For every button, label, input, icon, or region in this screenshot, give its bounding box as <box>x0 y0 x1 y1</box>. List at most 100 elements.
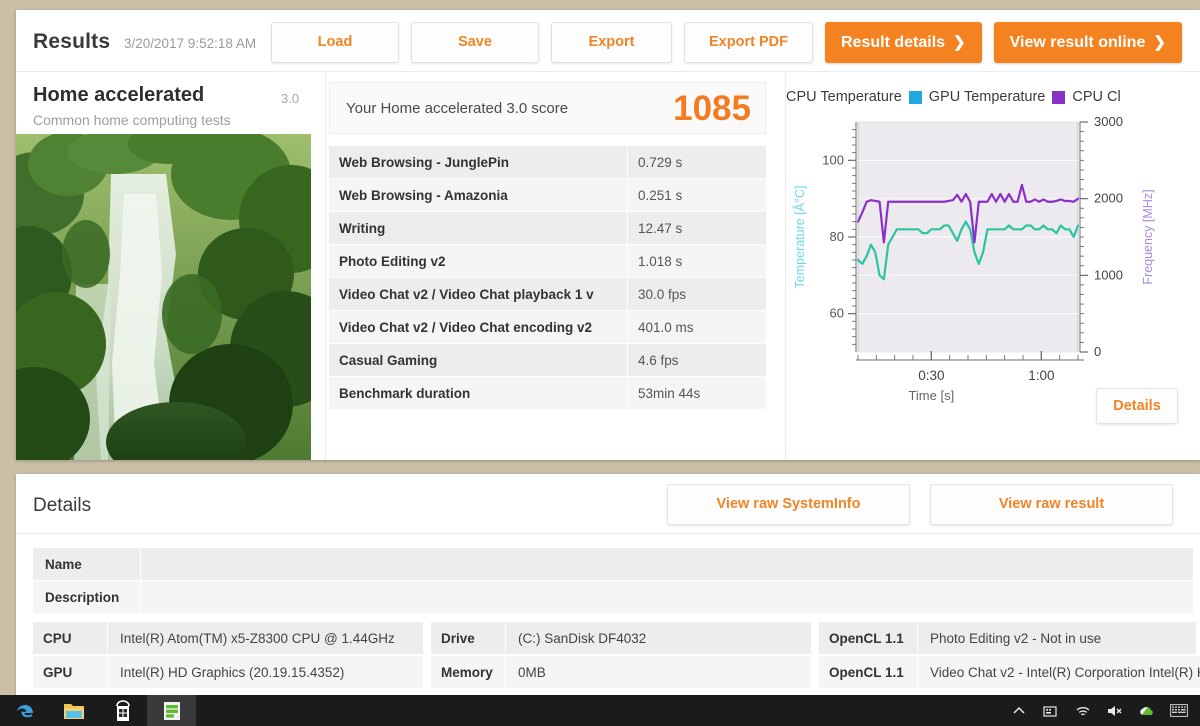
chevron-right-icon: ❯ <box>953 34 966 51</box>
spec-value: 0MB <box>506 656 811 688</box>
chart-details-button[interactable]: Details <box>1096 388 1178 424</box>
show-hidden-icons-icon[interactable] <box>1004 695 1034 726</box>
save-button[interactable]: Save <box>411 22 539 63</box>
spec-key: Drive <box>431 622 505 654</box>
benchmark-results-panel: Your Home accelerated 3.0 score 1085 Web… <box>325 72 785 460</box>
result-value: 0.729 s <box>628 146 766 178</box>
benchmark-subtitle: Common home computing tests <box>33 112 231 128</box>
y2-tick-label: 1000 <box>1094 267 1123 282</box>
legend-swatch <box>1052 90 1066 104</box>
results-body: Home accelerated 3.0 Common home computi… <box>16 72 1200 460</box>
x-axis-label: Time [s] <box>908 388 954 403</box>
chart-plot-area: 60 80 100 Temperature [Â°C] 0 1000 2000 3000 Fre… <box>786 114 1198 414</box>
benchmark-summary-panel: Home accelerated 3.0 Common home computi… <box>16 72 325 460</box>
legend-label: CPU Cl <box>1072 89 1121 105</box>
legend-label: GPU Temperature <box>928 89 1046 105</box>
detail-value[interactable] <box>141 548 1193 580</box>
benchmark-photo <box>16 134 311 460</box>
details-meta-table: Name Description <box>33 548 1193 614</box>
windows-taskbar <box>0 695 1200 726</box>
spec-key: OpenCL 1.1 <box>819 622 917 654</box>
pcmark-icon[interactable] <box>147 695 196 726</box>
spec-key: OpenCL 1.1 <box>819 656 917 688</box>
spec-cell: CPU Intel(R) Atom(TM) x5-Z8300 CPU @ 1.44… <box>33 622 423 654</box>
y2-tick-label: 3000 <box>1094 114 1123 129</box>
spec-value: Intel(R) Atom(TM) x5-Z8300 CPU @ 1.44GHz <box>108 622 423 654</box>
table-row: GPU Intel(R) HD Graphics (20.19.15.4352) M… <box>33 656 1200 688</box>
result-name: Benchmark duration <box>329 377 627 409</box>
table-row: CPU Intel(R) Atom(TM) x5-Z8300 CPU @ 1.44… <box>33 622 1196 654</box>
load-button[interactable]: Load <box>271 22 399 63</box>
spec-cell: OpenCL 1.1 Photo Editing v2 - Not in use <box>819 622 1196 654</box>
result-name: Web Browsing - JunglePin <box>329 146 627 178</box>
view-raw-result-button[interactable]: View raw result <box>930 484 1173 525</box>
taskbar-app-icons <box>0 695 196 726</box>
y-axis-label: Temperature [Â°C] <box>792 186 807 289</box>
edge-icon[interactable] <box>0 695 49 726</box>
y-tick-label: 80 <box>830 229 844 244</box>
x-tick-label: 1:00 <box>1028 368 1054 383</box>
chart-legend: CPU Temperature GPU Temperature CPU Cl <box>786 86 1200 108</box>
application-window: Results 3/20/2017 9:52:18 AM Load Save E… <box>0 0 1200 726</box>
page-title: Results <box>33 30 111 53</box>
benchmark-version: 3.0 <box>281 91 300 106</box>
details-title: Details <box>33 495 92 516</box>
spec-cell: OpenCL 1.1 Video Chat v2 - Intel(R) Corpo… <box>819 656 1200 688</box>
y2-tick-label: 0 <box>1094 344 1101 359</box>
result-value: 0.251 s <box>628 179 766 211</box>
table-row: Video Chat v2 / Video Chat playback 1 v3… <box>329 278 766 310</box>
result-value: 401.0 ms <box>628 311 766 343</box>
result-value: 1.018 s <box>628 245 766 277</box>
touch-keyboard-icon[interactable] <box>1036 695 1066 726</box>
result-value: 12.47 s <box>628 212 766 244</box>
spec-value: (C:) SanDisk DF4032 <box>506 622 811 654</box>
detail-value[interactable] <box>141 581 1193 613</box>
result-value: 30.0 fps <box>628 278 766 310</box>
table-row: Web Browsing - JunglePin 0.729 s <box>329 146 766 178</box>
monitoring-chart-panel: CPU Temperature GPU Temperature CPU Cl 60 8… <box>785 72 1200 460</box>
result-name: Web Browsing - Amazonia <box>329 179 627 211</box>
volume-muted-icon[interactable] <box>1100 695 1130 726</box>
result-name: Video Chat v2 / Video Chat playback 1 v <box>329 278 627 310</box>
result-value: 53min 44s <box>628 377 766 409</box>
export-button[interactable]: Export <box>551 22 672 63</box>
spec-key: CPU <box>33 622 107 654</box>
x-tick-label: 0:30 <box>918 368 944 383</box>
details-toolbar: View raw SystemInfo View raw result <box>667 484 1173 525</box>
keyboard-layout-icon[interactable] <box>1164 695 1194 726</box>
spec-value: Video Chat v2 - Intel(R) Corporation Int… <box>918 656 1200 688</box>
file-explorer-icon[interactable] <box>49 695 98 726</box>
table-row: Web Browsing - Amazonia 0.251 s <box>329 179 766 211</box>
y2-axis-label: Frequency [MHz] <box>1141 189 1155 284</box>
spec-cell: GPU Intel(R) HD Graphics (20.19.15.4352) <box>33 656 423 688</box>
results-header: Results 3/20/2017 9:52:18 AM Load Save E… <box>16 10 1200 72</box>
wifi-icon[interactable] <box>1068 695 1098 726</box>
result-name: Writing <box>329 212 627 244</box>
spec-value: Intel(R) HD Graphics (20.19.15.4352) <box>108 656 423 688</box>
result-name: Photo Editing v2 <box>329 245 627 277</box>
spec-cell: Drive (C:) SanDisk DF4032 <box>431 622 811 654</box>
benchmark-results-table: Web Browsing - JunglePin 0.729 s Web Brows… <box>329 146 766 410</box>
store-icon[interactable] <box>98 695 147 726</box>
spec-key: Memory <box>431 656 505 688</box>
results-toolbar: Load Save Export Export PDF Result detai… <box>271 22 1182 63</box>
view-raw-systeminfo-button[interactable]: View raw SystemInfo <box>667 484 910 525</box>
spec-cell: Memory 0MB <box>431 656 811 688</box>
legend-swatch <box>908 90 922 104</box>
view-result-online-button[interactable]: View result online ❯ <box>993 22 1182 63</box>
table-row: Casual Gaming 4.6 fps <box>329 344 766 376</box>
score-box: Your Home accelerated 3.0 score 1085 <box>329 82 766 134</box>
table-row: Name <box>33 548 1193 580</box>
system-tray <box>1004 695 1200 726</box>
score-label: Your Home accelerated 3.0 score <box>346 99 569 117</box>
legend-label: CPU Temperature <box>786 89 902 105</box>
table-row: Writing 12.47 s <box>329 212 766 244</box>
y-tick-label: 100 <box>822 152 844 167</box>
export-pdf-button[interactable]: Export PDF <box>684 22 813 63</box>
table-row: Video Chat v2 / Video Chat encoding v2 40… <box>329 311 766 343</box>
chevron-right-icon: ❯ <box>1153 34 1166 51</box>
view-result-online-label: View result online <box>1009 34 1146 51</box>
cloud-sync-icon[interactable] <box>1132 695 1162 726</box>
result-details-button[interactable]: Result details ❯ <box>825 22 982 63</box>
y-tick-label: 60 <box>830 306 844 321</box>
